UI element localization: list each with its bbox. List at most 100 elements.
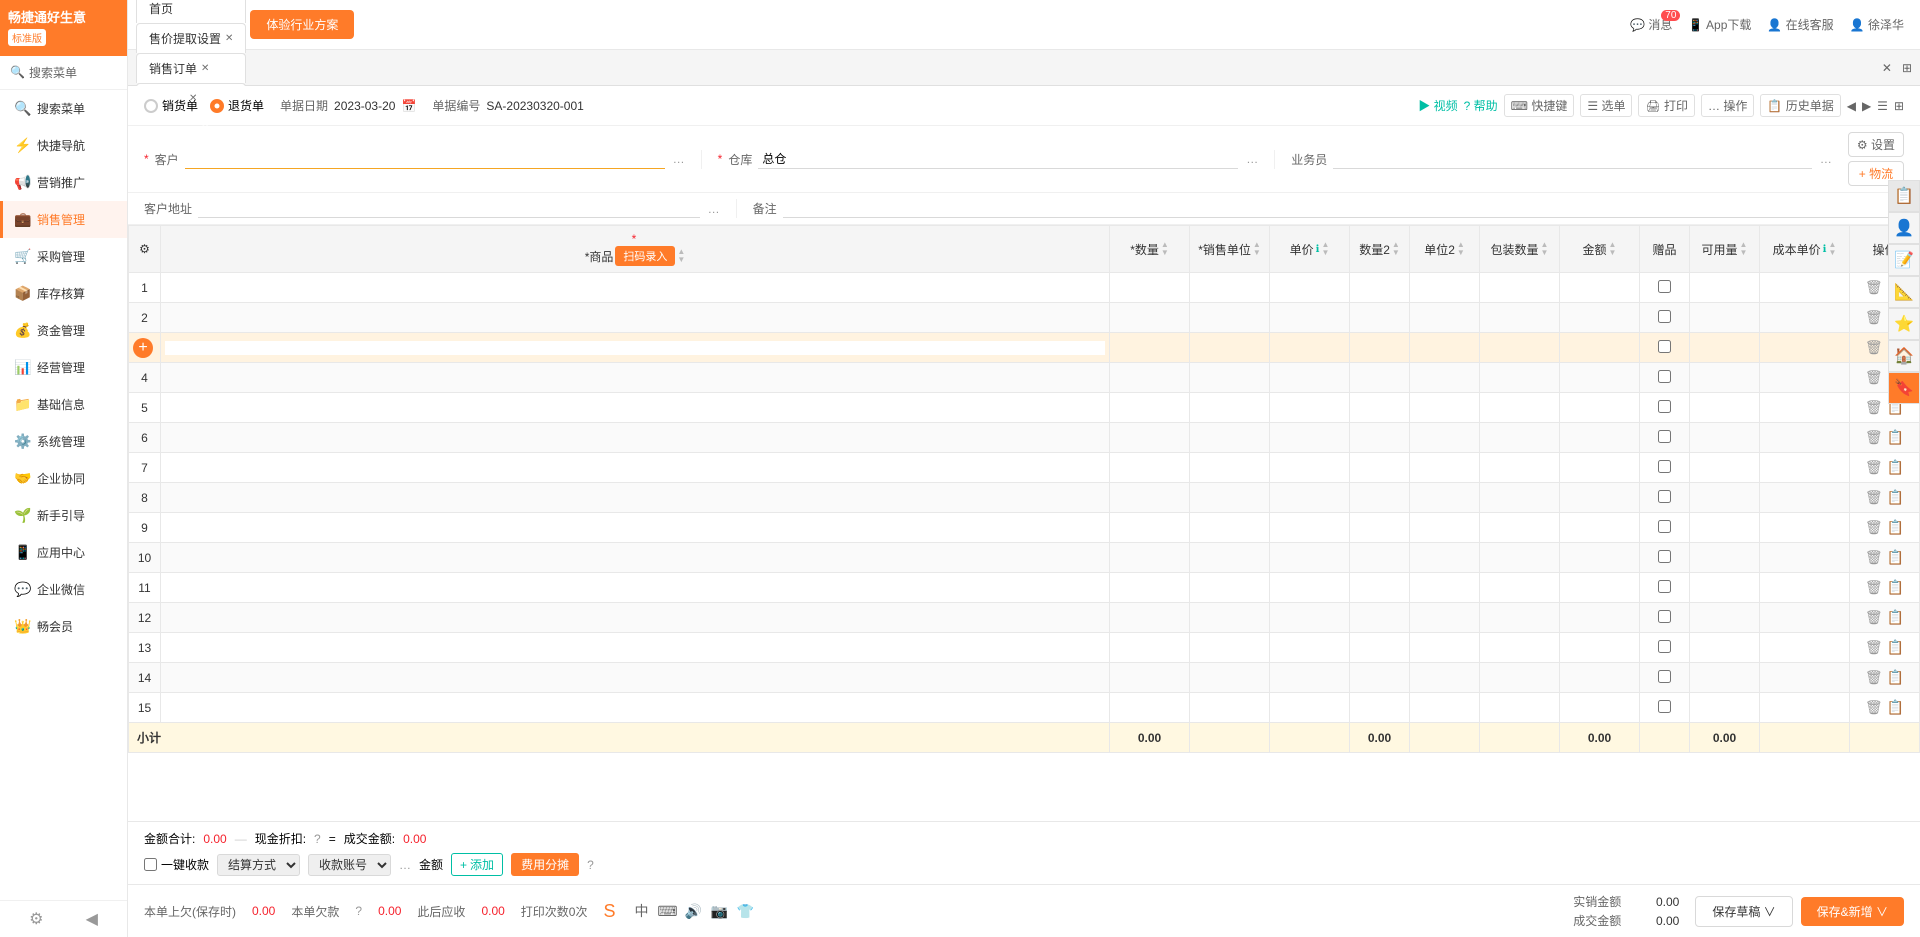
sidebar-search[interactable]: 🔍 搜索菜单	[0, 56, 127, 90]
copy-row-icon[interactable]: 📋	[1887, 669, 1904, 686]
unit2-cell[interactable]	[1410, 573, 1480, 603]
list-view-icon[interactable]: ☰	[1877, 99, 1888, 113]
pkg-cell[interactable]	[1480, 603, 1560, 633]
available-cell[interactable]	[1690, 513, 1760, 543]
gift-cell[interactable]	[1640, 663, 1690, 693]
pkg-cell[interactable]	[1480, 483, 1560, 513]
gift-checkbox[interactable]	[1658, 460, 1671, 473]
copy-row-icon[interactable]: 📋	[1887, 549, 1904, 566]
gift-checkbox[interactable]	[1658, 670, 1671, 683]
tab-home[interactable]: 首页	[136, 0, 246, 23]
unit2-cell[interactable]	[1410, 633, 1480, 663]
product-cell[interactable]	[161, 693, 1110, 723]
amount-cell[interactable]	[1560, 453, 1640, 483]
scan-barcode-btn[interactable]: 扫码录入	[615, 246, 675, 266]
unit-cell[interactable]	[1190, 513, 1270, 543]
unit2-cell[interactable]	[1410, 393, 1480, 423]
delete-row-icon[interactable]: 🗑	[1865, 339, 1883, 356]
available-cell[interactable]	[1690, 333, 1760, 363]
sidebar-item-finance[interactable]: 💰 资金管理	[0, 312, 127, 349]
price-cell[interactable]	[1270, 273, 1350, 303]
price-cell[interactable]	[1270, 513, 1350, 543]
cost-cell[interactable]	[1760, 453, 1850, 483]
right-panel-btn-6[interactable]: 🏠	[1888, 340, 1920, 372]
amount-cell[interactable]	[1560, 663, 1640, 693]
available-cell[interactable]	[1690, 483, 1760, 513]
unit2-cell[interactable]	[1410, 363, 1480, 393]
product-cell[interactable]	[161, 393, 1110, 423]
qty2-cell[interactable]	[1350, 603, 1410, 633]
tab-close-sale-order[interactable]: ✕	[201, 63, 209, 74]
tab-close-sale-price[interactable]: ✕	[225, 33, 233, 44]
unit-cell[interactable]	[1190, 423, 1270, 453]
sidebar-item-shortcut[interactable]: ⚡ 快捷导航	[0, 127, 127, 164]
sidebar-item-operations[interactable]: 📊 经营管理	[0, 349, 127, 386]
product-cell[interactable]	[161, 273, 1110, 303]
salesperson-input[interactable]	[1333, 150, 1812, 169]
tab-sale-order[interactable]: 销售订单✕	[136, 53, 246, 83]
gift-checkbox[interactable]	[1658, 550, 1671, 563]
stat2-info-icon[interactable]: ?	[355, 904, 362, 918]
product-cell[interactable]	[161, 423, 1110, 453]
unit-cell[interactable]	[1190, 573, 1270, 603]
available-cell[interactable]	[1690, 303, 1760, 333]
pkg-cell[interactable]	[1480, 273, 1560, 303]
amount-cell[interactable]	[1560, 303, 1640, 333]
help-btn[interactable]: ? 帮助	[1464, 97, 1498, 114]
qty-cell[interactable]	[1110, 303, 1190, 333]
cost-cell[interactable]	[1760, 513, 1850, 543]
qty-cell[interactable]	[1110, 513, 1190, 543]
prev-record-icon[interactable]: ◀	[1847, 99, 1856, 113]
delete-row-icon[interactable]: 🗑	[1865, 489, 1883, 506]
gift-checkbox[interactable]	[1658, 490, 1671, 503]
available-cell[interactable]	[1690, 603, 1760, 633]
unit2-cell[interactable]	[1410, 543, 1480, 573]
gift-cell[interactable]	[1640, 633, 1690, 663]
tab-close-sale-return[interactable]: ✕	[201, 123, 209, 134]
date-value[interactable]: 2023-03-20	[334, 99, 395, 113]
pkg-cell[interactable]	[1480, 333, 1560, 363]
unit2-cell[interactable]	[1410, 693, 1480, 723]
cost-cell[interactable]	[1760, 303, 1850, 333]
delete-row-icon[interactable]: 🗑	[1865, 699, 1883, 716]
print-btn[interactable]: 🖨 打印	[1638, 94, 1695, 117]
qty-cell[interactable]	[1110, 663, 1190, 693]
messages-btn[interactable]: 💬 消息 70	[1630, 16, 1672, 33]
price-cell[interactable]	[1270, 363, 1350, 393]
available-cell[interactable]	[1690, 633, 1760, 663]
amount-cell[interactable]	[1560, 393, 1640, 423]
product-input[interactable]	[165, 341, 1105, 355]
settings-button[interactable]: ⚙ 设置	[1848, 132, 1904, 157]
product-cell[interactable]	[161, 333, 1110, 363]
copy-row-icon[interactable]: 📋	[1887, 459, 1904, 476]
gift-checkbox[interactable]	[1658, 580, 1671, 593]
unit2-cell[interactable]	[1410, 303, 1480, 333]
customer-select-icon[interactable]: …	[673, 152, 685, 166]
sidebar-item-sales[interactable]: 💼 销售管理	[0, 201, 127, 238]
sidebar-item-search[interactable]: 🔍 搜索菜单	[0, 90, 127, 127]
task-icon-2[interactable]: ⌨	[658, 901, 678, 921]
price-cell[interactable]	[1270, 303, 1350, 333]
available-cell[interactable]	[1690, 453, 1760, 483]
delete-row-icon[interactable]: 🗑	[1865, 549, 1883, 566]
available-cell[interactable]	[1690, 273, 1760, 303]
unit2-cell[interactable]	[1410, 423, 1480, 453]
radio-return[interactable]: 退货单	[210, 97, 264, 114]
right-panel-btn-1[interactable]: 📋	[1888, 180, 1920, 212]
gift-cell[interactable]	[1640, 393, 1690, 423]
unit-cell[interactable]	[1190, 363, 1270, 393]
gift-cell[interactable]	[1640, 573, 1690, 603]
copy-row-icon[interactable]: 📋	[1887, 489, 1904, 506]
right-panel-btn-3[interactable]: 📝	[1888, 244, 1920, 276]
sidebar-item-marketing[interactable]: 📢 营销推广	[0, 164, 127, 201]
available-cell[interactable]	[1690, 423, 1760, 453]
pkg-cell[interactable]	[1480, 393, 1560, 423]
amount-cell[interactable]	[1560, 603, 1640, 633]
pkg-cell[interactable]	[1480, 513, 1560, 543]
price-cell[interactable]	[1270, 603, 1350, 633]
customer-input[interactable]	[185, 150, 665, 169]
sidebar-item-basic[interactable]: 📁 基础信息	[0, 386, 127, 423]
maximize-icon[interactable]: ⊞	[1902, 61, 1912, 75]
right-panel-btn-4[interactable]: 📐	[1888, 276, 1920, 308]
unit-cell[interactable]	[1190, 393, 1270, 423]
